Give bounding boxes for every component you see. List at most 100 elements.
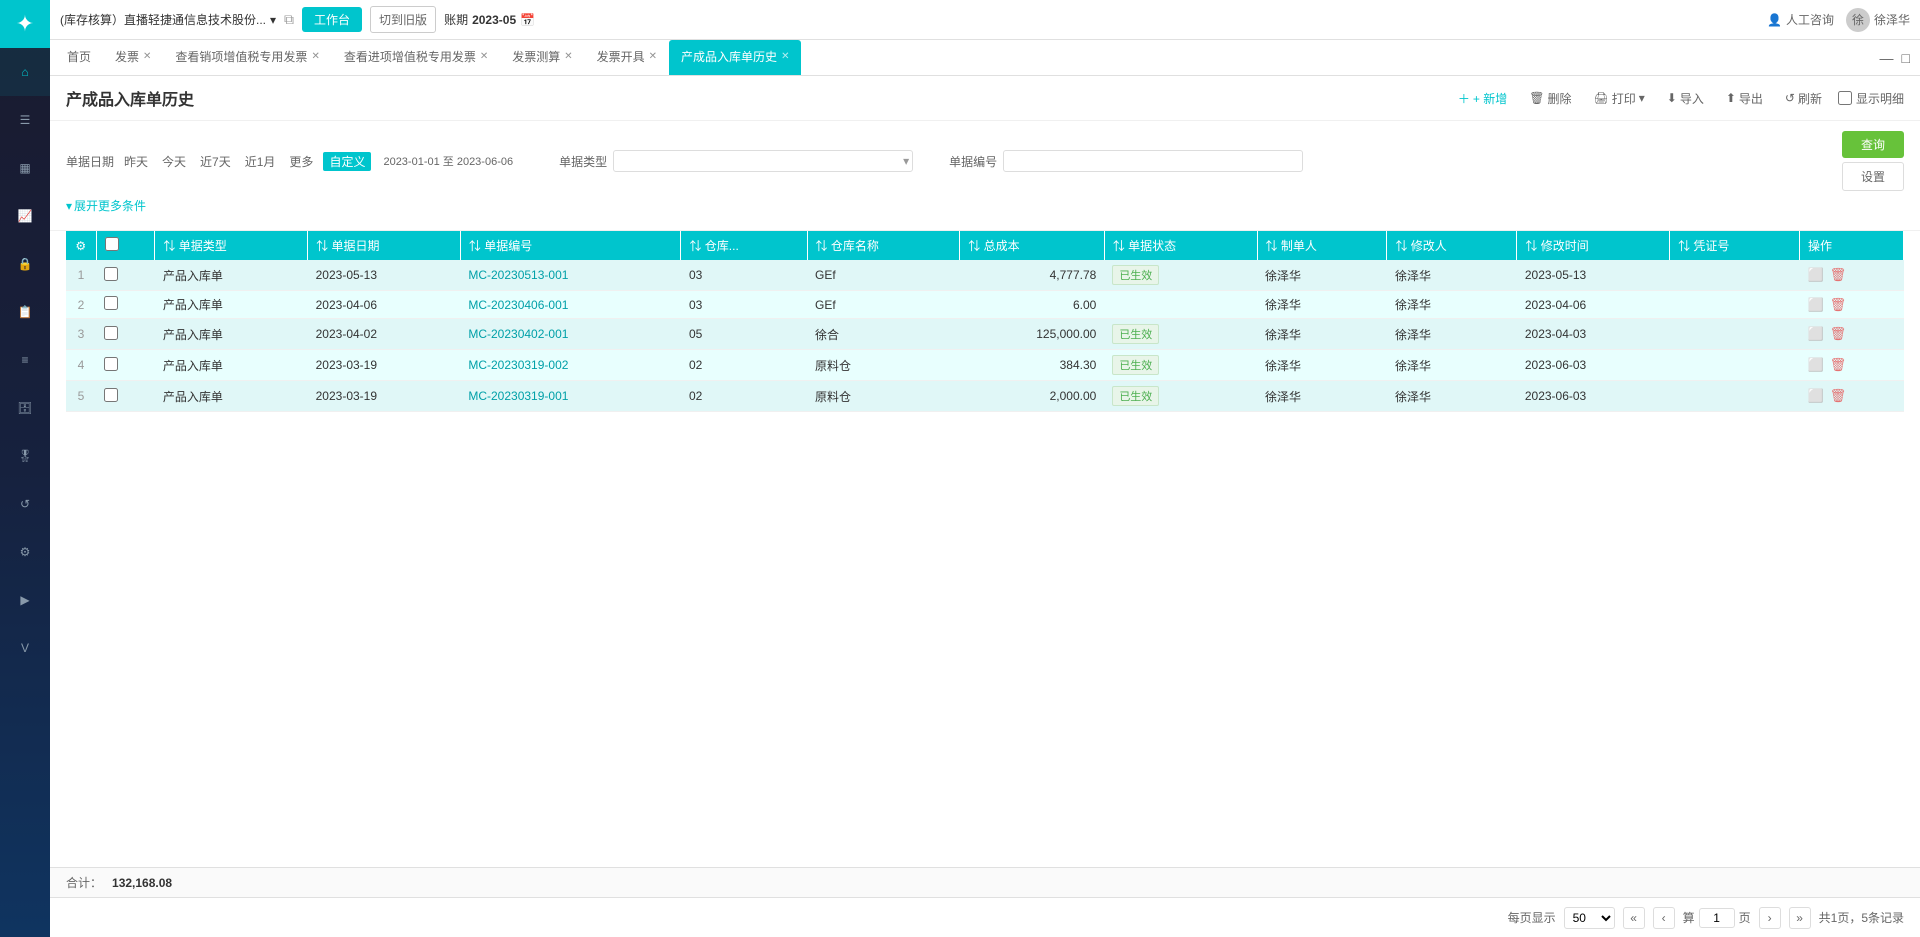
- service-button[interactable]: 👤 人工咨询: [1767, 11, 1834, 28]
- select-all-checkbox[interactable]: [105, 237, 119, 251]
- tab-invoice-close[interactable]: ✕: [143, 51, 151, 62]
- prev-page-btn[interactable]: ‹: [1653, 907, 1675, 929]
- sidebar-item-list[interactable]: ≡: [0, 336, 50, 384]
- row-edit-btn[interactable]: ⬜: [1807, 297, 1823, 313]
- window-maximize-btn[interactable]: □: [1902, 50, 1910, 66]
- print-button[interactable]: 🖨 打印 ▾: [1587, 87, 1650, 110]
- row-number: MC-20230406-001: [460, 291, 681, 319]
- sidebar-item-chart[interactable]: ▦: [0, 144, 50, 192]
- setting-button[interactable]: 设置: [1842, 162, 1904, 191]
- col-modify-time[interactable]: ⇅ 修改时间: [1517, 231, 1670, 260]
- company-selector[interactable]: (库存核算）直播轻捷通信息技术股份... ▾: [60, 11, 276, 28]
- next-page-btn[interactable]: ›: [1759, 907, 1781, 929]
- switch-version-button[interactable]: 切到旧版: [370, 6, 436, 33]
- sidebar-item-home[interactable]: ⌂: [0, 48, 50, 96]
- tab-sales-vat-close[interactable]: ✕: [311, 51, 319, 62]
- sidebar-item-badge[interactable]: 🎖: [0, 432, 50, 480]
- sidebar-item-video[interactable]: ▶: [0, 576, 50, 624]
- tab-invoice[interactable]: 发票 ✕: [103, 40, 163, 75]
- col-voucher-no[interactable]: ⇅ 凭证号: [1670, 231, 1800, 260]
- delete-button[interactable]: 🗑 删除: [1523, 87, 1577, 110]
- import-button[interactable]: ⬇ 导入: [1661, 87, 1710, 110]
- show-detail-checkbox[interactable]: 显示明细: [1838, 90, 1904, 107]
- yesterday-btn[interactable]: 昨天: [120, 152, 152, 171]
- row-edit-btn[interactable]: ⬜: [1807, 267, 1823, 283]
- show-detail-input[interactable]: [1838, 91, 1852, 105]
- row-number-link[interactable]: MC-20230406-001: [468, 298, 568, 312]
- sidebar-item-storage[interactable]: 🗄: [0, 384, 50, 432]
- col-modifier[interactable]: ⇅ 修改人: [1387, 231, 1517, 260]
- last-page-btn[interactable]: »: [1789, 907, 1811, 929]
- today-btn[interactable]: 今天: [158, 152, 190, 171]
- sidebar-item-analytics[interactable]: 📈: [0, 192, 50, 240]
- row-edit-btn[interactable]: ⬜: [1807, 326, 1823, 342]
- sidebar-item-v[interactable]: V: [0, 624, 50, 672]
- filter-row-2: ▾ 展开更多条件: [66, 197, 1904, 214]
- badge-icon: 🎖: [17, 449, 32, 463]
- refresh-button[interactable]: ↺ 刷新: [1779, 87, 1828, 110]
- row-delete-btn[interactable]: 🗑: [1830, 326, 1847, 342]
- type-dropdown-icon[interactable]: ▾: [903, 154, 909, 168]
- col-date[interactable]: ⇅ 单据日期: [308, 231, 461, 260]
- tab-sales-vat[interactable]: 查看销项增值税专用发票 ✕: [163, 40, 331, 75]
- sidebar-item-lock[interactable]: 🔒: [0, 240, 50, 288]
- tab-product-history[interactable]: 产成品入库单历史 ✕: [669, 40, 801, 75]
- sidebar-item-settings[interactable]: ⚙: [0, 528, 50, 576]
- month-btn[interactable]: 近1月: [241, 152, 280, 171]
- row-number-link[interactable]: MC-20230319-001: [468, 389, 568, 403]
- week-btn[interactable]: 近7天: [196, 152, 235, 171]
- row-edit-btn[interactable]: ⬜: [1807, 357, 1823, 373]
- col-type[interactable]: ⇅ 单据类型: [155, 231, 308, 260]
- row-delete-btn[interactable]: 🗑: [1830, 267, 1847, 283]
- row-checkbox[interactable]: [104, 388, 118, 402]
- row-checkbox[interactable]: [104, 296, 118, 310]
- col-total-cost[interactable]: ⇅ 总成本: [960, 231, 1105, 260]
- row-checkbox[interactable]: [104, 326, 118, 340]
- tab-purchase-vat[interactable]: 查看进项增值税专用发票 ✕: [332, 40, 500, 75]
- col-warehouse-name[interactable]: ⇅ 仓库名称: [807, 231, 960, 260]
- tab-invoice-calc[interactable]: 发票测算 ✕: [500, 40, 584, 75]
- row-number-link[interactable]: MC-20230319-002: [468, 358, 568, 372]
- row-checkbox[interactable]: [104, 267, 118, 281]
- sidebar-item-form[interactable]: 📋: [0, 288, 50, 336]
- total-records: 共1页，5条记录: [1819, 909, 1904, 926]
- sidebar-item-loop[interactable]: ↺: [0, 480, 50, 528]
- tab-invoice-open[interactable]: 发票开具 ✕: [585, 40, 669, 75]
- tab-invoice-calc-close[interactable]: ✕: [564, 51, 572, 62]
- tab-product-history-close[interactable]: ✕: [781, 51, 789, 62]
- type-filter-input[interactable]: [613, 150, 913, 172]
- col-number[interactable]: ⇅ 单据编号: [460, 231, 681, 260]
- calendar-icon[interactable]: 📅: [520, 13, 535, 27]
- window-minimize-btn[interactable]: —: [1880, 50, 1894, 66]
- row-number-link[interactable]: MC-20230402-001: [468, 327, 568, 341]
- lock-icon: 🔒: [18, 257, 33, 271]
- workbench-button[interactable]: 工作台: [302, 7, 362, 32]
- more-btn[interactable]: 更多: [285, 152, 317, 171]
- number-filter-input[interactable]: [1003, 150, 1303, 172]
- custom-btn[interactable]: 自定义: [323, 152, 371, 171]
- page-number-input[interactable]: [1699, 908, 1735, 928]
- row-warehouse-name: GEf: [807, 260, 960, 291]
- export-button[interactable]: ⬆ 导出: [1720, 87, 1769, 110]
- tab-invoice-open-close[interactable]: ✕: [649, 51, 657, 62]
- new-button[interactable]: ＋ + 新增: [1452, 87, 1513, 110]
- page-size-select[interactable]: 50 20 100: [1564, 907, 1615, 929]
- row-edit-btn[interactable]: ⬜: [1807, 388, 1823, 404]
- row-delete-btn[interactable]: 🗑: [1830, 297, 1847, 313]
- row-number-link[interactable]: MC-20230513-001: [468, 268, 568, 282]
- sidebar-item-doc[interactable]: ☰: [0, 96, 50, 144]
- tab-home[interactable]: 首页: [55, 40, 103, 75]
- query-button[interactable]: 查询: [1842, 131, 1904, 158]
- col-creator[interactable]: ⇅ 制单人: [1257, 231, 1387, 260]
- expand-conditions-btn[interactable]: ▾ 展开更多条件: [66, 197, 146, 214]
- row-delete-btn[interactable]: 🗑: [1830, 357, 1847, 373]
- row-checkbox[interactable]: [104, 357, 118, 371]
- tab-purchase-vat-close[interactable]: ✕: [480, 51, 488, 62]
- col-warehouse-code[interactable]: ⇅ 仓库...: [681, 231, 807, 260]
- row-total-cost: 4,777.78: [960, 260, 1105, 291]
- user-profile[interactable]: 徐 徐泽华: [1846, 8, 1910, 32]
- col-status[interactable]: ⇅ 单据状态: [1104, 231, 1257, 260]
- col-settings[interactable]: ⚙: [66, 231, 96, 260]
- row-delete-btn[interactable]: 🗑: [1830, 388, 1847, 404]
- first-page-btn[interactable]: «: [1623, 907, 1645, 929]
